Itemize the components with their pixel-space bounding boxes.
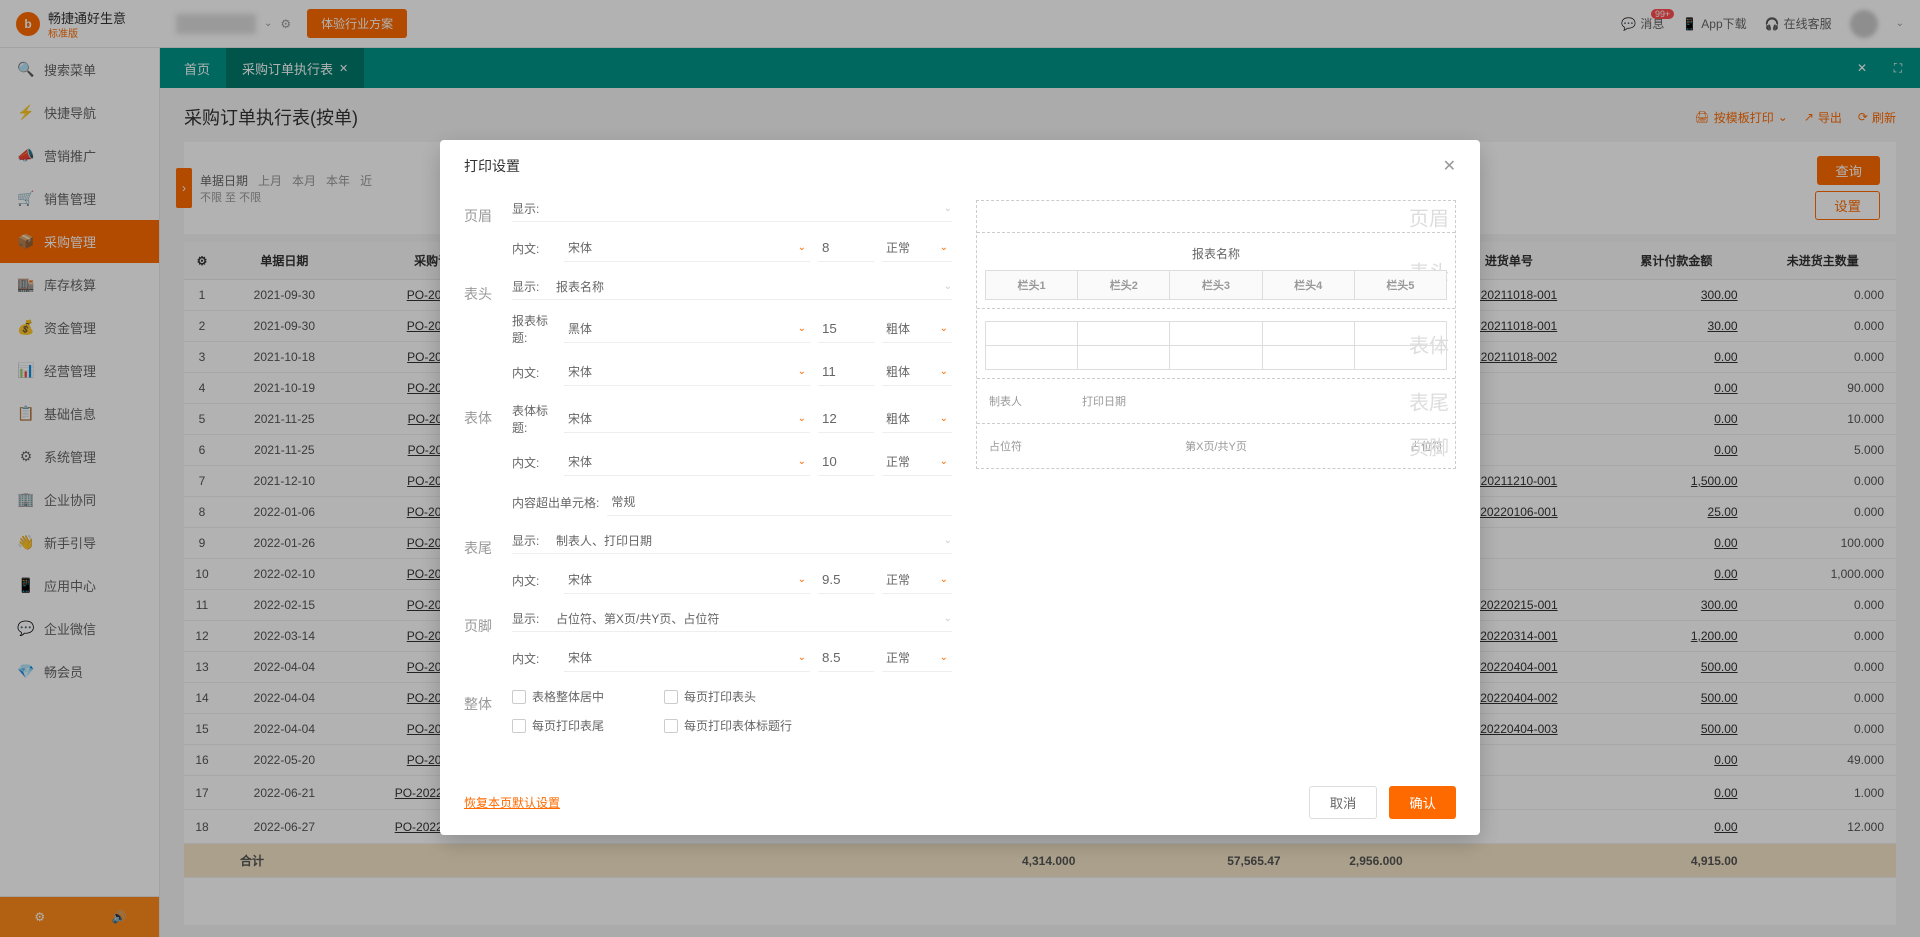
chevron-down-icon: ⌄ [798,413,806,424]
section-global: 整体 [464,688,512,714]
chevron-down-icon: ⌄ [940,323,948,334]
header-font-select[interactable]: 宋体⌄ [564,234,810,262]
pf-size-input[interactable] [818,644,874,672]
section-table-body: 表体 [464,402,512,428]
body-title-size-input[interactable] [818,405,874,433]
cancel-button[interactable]: 取消 [1309,786,1378,819]
chevron-down-icon: ⌄ [940,366,948,377]
chevron-down-icon[interactable]: ⌄ [944,535,952,546]
body-weight-select[interactable]: 正常⌄ [882,448,952,476]
restore-defaults-link[interactable]: 恢复本页默认设置 [464,794,560,811]
tf-weight-select[interactable]: 正常⌄ [882,566,952,594]
check-body-title-each[interactable]: 每页打印表体标题行 [664,717,792,734]
print-preview: 页眉 表头 报表名称 栏头1栏头2栏头3栏头4栏头5 表体 表尾 制 [976,200,1456,469]
chevron-down-icon[interactable]: ⌄ [944,613,952,624]
modal-title: 打印设置 [464,156,520,176]
print-settings-modal: 打印设置 ✕ 页眉 显示: ⌄ 内文: 宋体⌄ [440,140,1480,835]
section-page-header: 页眉 [464,200,512,226]
header-weight-select[interactable]: 正常⌄ [882,234,952,262]
body-size-input[interactable] [818,448,874,476]
body-font-select[interactable]: 宋体⌄ [564,448,810,476]
section-table-header: 表头 [464,278,512,304]
check-header-each[interactable]: 每页打印表头 [664,688,756,705]
th-font-select[interactable]: 宋体⌄ [564,358,810,386]
chevron-down-icon: ⌄ [798,323,806,334]
chevron-down-icon[interactable]: ⌄ [944,203,952,214]
pf-weight-select[interactable]: 正常⌄ [882,644,952,672]
th-title-font-select[interactable]: 黑体⌄ [564,315,810,343]
chevron-down-icon: ⌄ [798,652,806,663]
th-weight-select[interactable]: 粗体⌄ [882,358,952,386]
th-title-size-input[interactable] [818,315,874,343]
chevron-down-icon: ⌄ [798,574,806,585]
chevron-down-icon: ⌄ [798,456,806,467]
confirm-button[interactable]: 确认 [1389,786,1456,819]
check-footer-each[interactable]: 每页打印表尾 [512,717,604,734]
chevron-down-icon: ⌄ [798,242,806,253]
section-table-footer: 表尾 [464,532,512,558]
chevron-down-icon: ⌄ [940,242,948,253]
overflow-select[interactable]: 常规 [607,488,952,516]
header-size-input[interactable] [818,234,874,262]
chevron-down-icon: ⌄ [798,366,806,377]
modal-close-button[interactable]: ✕ [1443,156,1456,176]
chevron-down-icon[interactable]: ⌄ [944,281,952,292]
chevron-down-icon: ⌄ [940,652,948,663]
tf-size-input[interactable] [818,566,874,594]
tf-font-select[interactable]: 宋体⌄ [564,566,810,594]
section-page-footer: 页脚 [464,610,512,636]
modal-backdrop: 打印设置 ✕ 页眉 显示: ⌄ 内文: 宋体⌄ [0,0,1920,937]
th-size-input[interactable] [818,358,874,386]
th-title-weight-select[interactable]: 粗体⌄ [882,315,952,343]
body-title-font-select[interactable]: 宋体⌄ [564,405,810,433]
chevron-down-icon: ⌄ [940,456,948,467]
chevron-down-icon: ⌄ [940,413,948,424]
check-center[interactable]: 表格整体居中 [512,688,604,705]
pf-font-select[interactable]: 宋体⌄ [564,644,810,672]
body-title-weight-select[interactable]: 粗体⌄ [882,405,952,433]
chevron-down-icon: ⌄ [940,574,948,585]
